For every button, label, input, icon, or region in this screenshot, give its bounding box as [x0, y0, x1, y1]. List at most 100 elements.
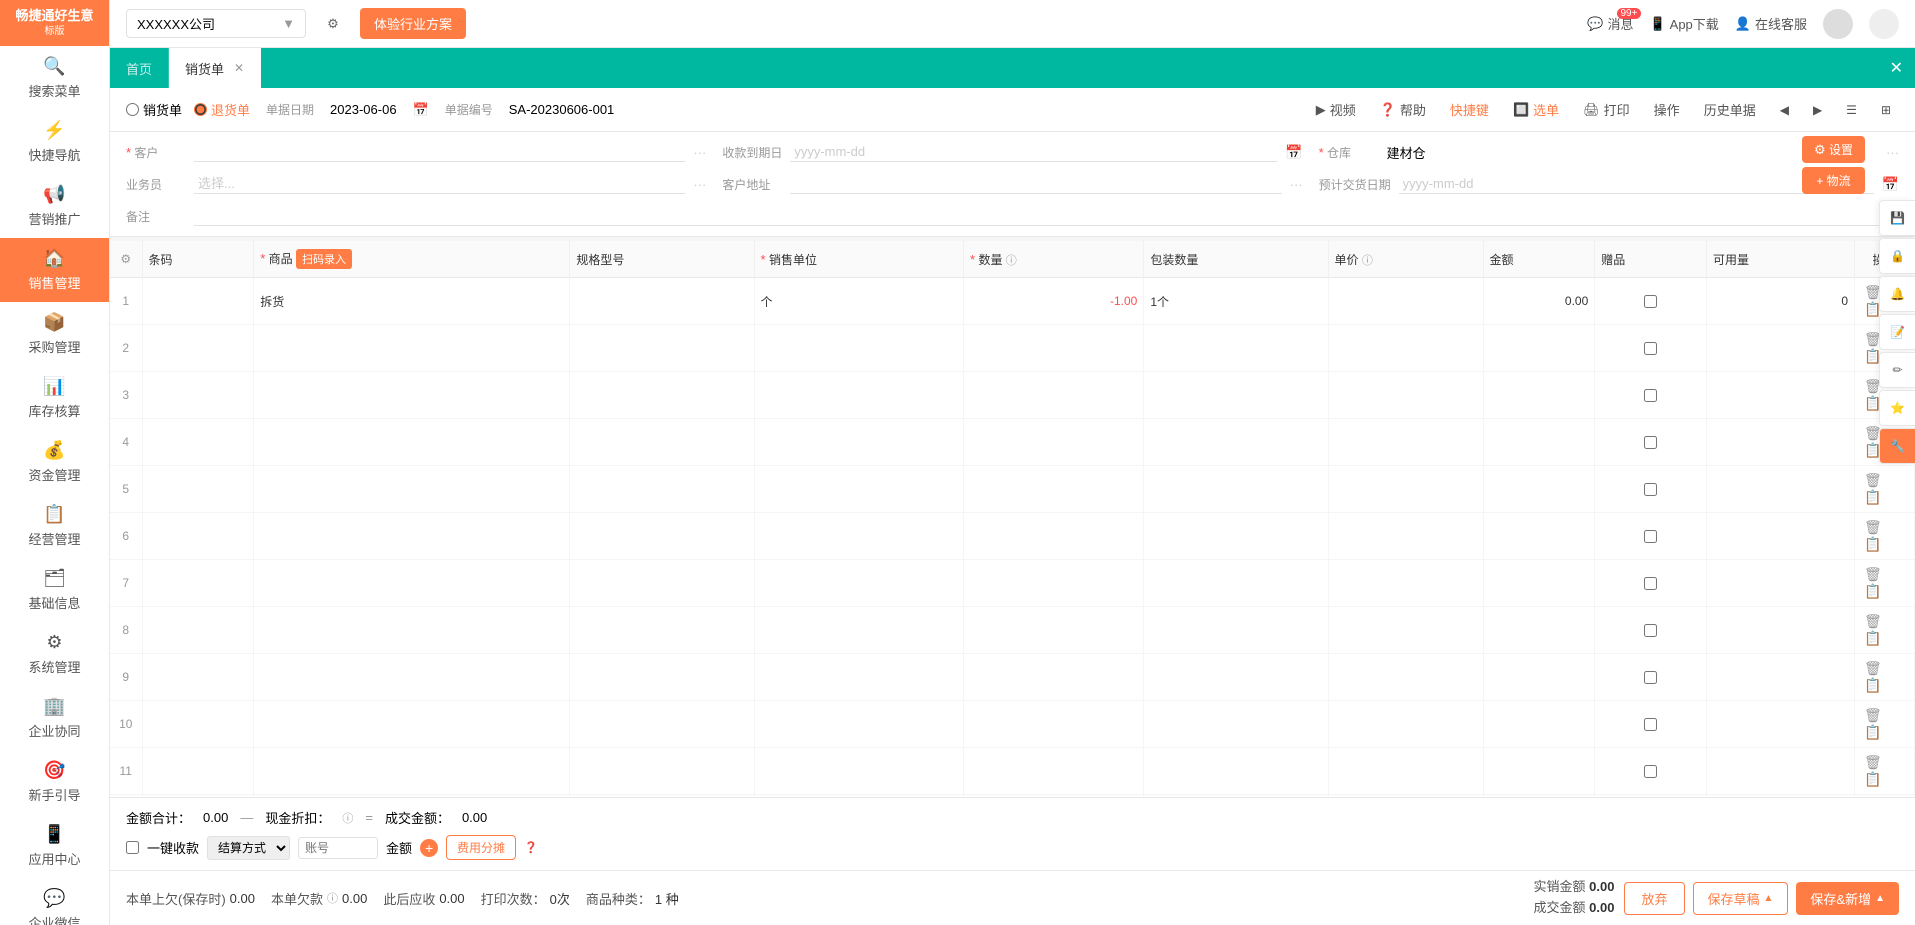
- app-download-btn[interactable]: 📱 App下载: [1649, 14, 1718, 33]
- gift-checkbox[interactable]: [1644, 389, 1657, 402]
- sidebar-item-guide[interactable]: 🎯 新手引导: [0, 750, 109, 814]
- calendar-icon[interactable]: 📅: [413, 102, 429, 118]
- copy-icon[interactable]: 📋: [1864, 677, 1881, 693]
- tab-sales-order[interactable]: 销货单 ✕: [169, 48, 261, 88]
- delete-icon[interactable]: 🗑: [1864, 566, 1882, 582]
- save-draft-chevron[interactable]: ▲: [1764, 893, 1774, 904]
- right-panel-btn-4[interactable]: 📝: [1879, 314, 1915, 350]
- message-btn[interactable]: 💬 消息 99+: [1587, 14, 1633, 33]
- delete-icon[interactable]: 🗑: [1864, 754, 1882, 770]
- radio-sale-input[interactable]: [126, 103, 139, 116]
- expense-split-btn[interactable]: 费用分摊: [446, 835, 516, 860]
- settings-btn[interactable]: ⚙ * 仓库 设置: [1802, 136, 1865, 163]
- grid-view-btn[interactable]: ⊞: [1873, 99, 1899, 121]
- copy-icon[interactable]: 📋: [1864, 630, 1881, 646]
- add-payment-btn[interactable]: +: [420, 839, 438, 857]
- calendar-due-icon[interactable]: 📅: [1285, 144, 1302, 161]
- print-btn[interactable]: 🖨 打印: [1575, 96, 1638, 123]
- gift-checkbox[interactable]: [1644, 483, 1657, 496]
- row-pack-qty[interactable]: 1个: [1144, 278, 1328, 325]
- customer-dots[interactable]: ···: [693, 145, 706, 160]
- row-spec[interactable]: [570, 278, 754, 325]
- save-draft-button[interactable]: 保存草稿 ▲: [1693, 882, 1789, 915]
- prev-btn[interactable]: ◀: [1772, 99, 1797, 121]
- price-info-icon[interactable]: ⓘ: [1362, 255, 1373, 267]
- next-btn[interactable]: ▶: [1805, 99, 1830, 121]
- abandon-button[interactable]: 放弃: [1624, 882, 1684, 915]
- gift-checkbox[interactable]: [1644, 436, 1657, 449]
- sidebar-item-base[interactable]: 🗂 基础信息: [0, 558, 109, 622]
- salesperson-input[interactable]: [194, 174, 685, 194]
- warehouse-dots[interactable]: ···: [1886, 145, 1899, 160]
- expense-info-icon[interactable]: ❓: [524, 841, 538, 854]
- remark-input[interactable]: [194, 206, 1899, 226]
- trial-button[interactable]: 体验行业方案: [360, 8, 466, 39]
- customer-addr-input[interactable]: [790, 174, 1281, 194]
- sidebar-item-search[interactable]: 🔍 搜索菜单: [0, 46, 109, 110]
- select-btn[interactable]: 🔲 选单: [1505, 96, 1567, 123]
- right-panel-btn-1[interactable]: 💾: [1879, 200, 1915, 236]
- sidebar-item-purchase[interactable]: 📦 采购管理: [0, 302, 109, 366]
- logistics-btn[interactable]: + 物流: [1802, 167, 1865, 194]
- online-service-btn[interactable]: 👤 在线客服: [1735, 14, 1807, 33]
- history-btn[interactable]: 历史单据: [1696, 96, 1764, 123]
- sidebar-item-enterprise[interactable]: 🏢 企业协同: [0, 686, 109, 750]
- row-qty[interactable]: -1.00: [964, 278, 1144, 325]
- delete-icon[interactable]: 🗑: [1864, 707, 1882, 723]
- gift-checkbox[interactable]: [1644, 765, 1657, 778]
- user-avatar-2[interactable]: [1869, 9, 1899, 39]
- delete-icon[interactable]: 🗑: [1864, 472, 1882, 488]
- right-panel-btn-6[interactable]: ⭐: [1879, 390, 1915, 426]
- col-settings-header[interactable]: ⚙: [110, 241, 142, 278]
- delete-icon[interactable]: 🗑: [1864, 613, 1882, 629]
- sidebar-item-quick-nav[interactable]: ⚡ 快捷导航: [0, 110, 109, 174]
- gift-checkbox[interactable]: [1644, 295, 1657, 308]
- sidebar-item-inventory[interactable]: 📊 库存核算: [0, 366, 109, 430]
- row-product[interactable]: 拆货: [254, 278, 570, 325]
- sidebar-item-operations[interactable]: 📋 经营管理: [0, 494, 109, 558]
- one-click-payment-checkbox[interactable]: [126, 841, 139, 854]
- row-barcode[interactable]: [142, 278, 254, 325]
- sidebar-item-marketing[interactable]: 📢 营销推广: [0, 174, 109, 238]
- sidebar-item-finance[interactable]: 💰 资金管理: [0, 430, 109, 494]
- sidebar-item-apps[interactable]: 📱 应用中心: [0, 814, 109, 878]
- qty-info-icon[interactable]: ⓘ: [1006, 255, 1017, 267]
- salesperson-dots[interactable]: ···: [693, 177, 706, 192]
- tab-close-icon[interactable]: ✕: [234, 61, 244, 75]
- row-unit[interactable]: 个: [754, 278, 964, 325]
- customer-input[interactable]: [194, 142, 685, 162]
- video-btn[interactable]: ▶ 视频: [1308, 96, 1364, 123]
- copy-icon[interactable]: 📋: [1864, 536, 1881, 552]
- debt-info-icon[interactable]: ⓘ: [327, 890, 338, 906]
- row-price[interactable]: [1328, 278, 1483, 325]
- radio-return[interactable]: 退货单: [194, 100, 250, 119]
- save-new-button[interactable]: 保存&新增 ▲: [1796, 882, 1899, 915]
- gift-checkbox[interactable]: [1644, 718, 1657, 731]
- gift-checkbox[interactable]: [1644, 624, 1657, 637]
- row-amount[interactable]: 0.00: [1483, 278, 1595, 325]
- addr-dots[interactable]: ···: [1290, 177, 1303, 192]
- right-panel-btn-3[interactable]: 🔔: [1879, 276, 1915, 312]
- delete-icon[interactable]: 🗑: [1864, 519, 1882, 535]
- payment-method-select[interactable]: 结算方式: [207, 836, 290, 860]
- right-panel-btn-5[interactable]: ✏: [1879, 352, 1915, 388]
- delete-icon[interactable]: 🗑: [1864, 660, 1882, 676]
- help-btn[interactable]: ❓ 帮助: [1372, 96, 1434, 123]
- gift-checkbox[interactable]: [1644, 342, 1657, 355]
- tab-close-window-icon[interactable]: ✕: [1890, 58, 1903, 78]
- copy-icon[interactable]: 📋: [1864, 489, 1881, 505]
- copy-icon[interactable]: 📋: [1864, 771, 1881, 787]
- row-gift[interactable]: [1595, 278, 1707, 325]
- save-new-chevron[interactable]: ▲: [1875, 893, 1885, 904]
- sidebar-item-sales[interactable]: 🏠 销售管理: [0, 238, 109, 302]
- scan-button[interactable]: 扫码录入: [296, 249, 352, 269]
- due-date-input[interactable]: [790, 142, 1277, 162]
- shortcut-btn[interactable]: 快捷键: [1442, 96, 1497, 123]
- calendar-delivery-icon[interactable]: 📅: [1882, 176, 1899, 193]
- right-panel-btn-orange[interactable]: 🔧: [1879, 428, 1915, 464]
- gift-checkbox[interactable]: [1644, 671, 1657, 684]
- gift-checkbox[interactable]: [1644, 530, 1657, 543]
- company-selector[interactable]: XXXXXX公司 ▼: [126, 9, 306, 38]
- user-avatar[interactable]: [1823, 9, 1853, 39]
- account-input[interactable]: [298, 837, 378, 859]
